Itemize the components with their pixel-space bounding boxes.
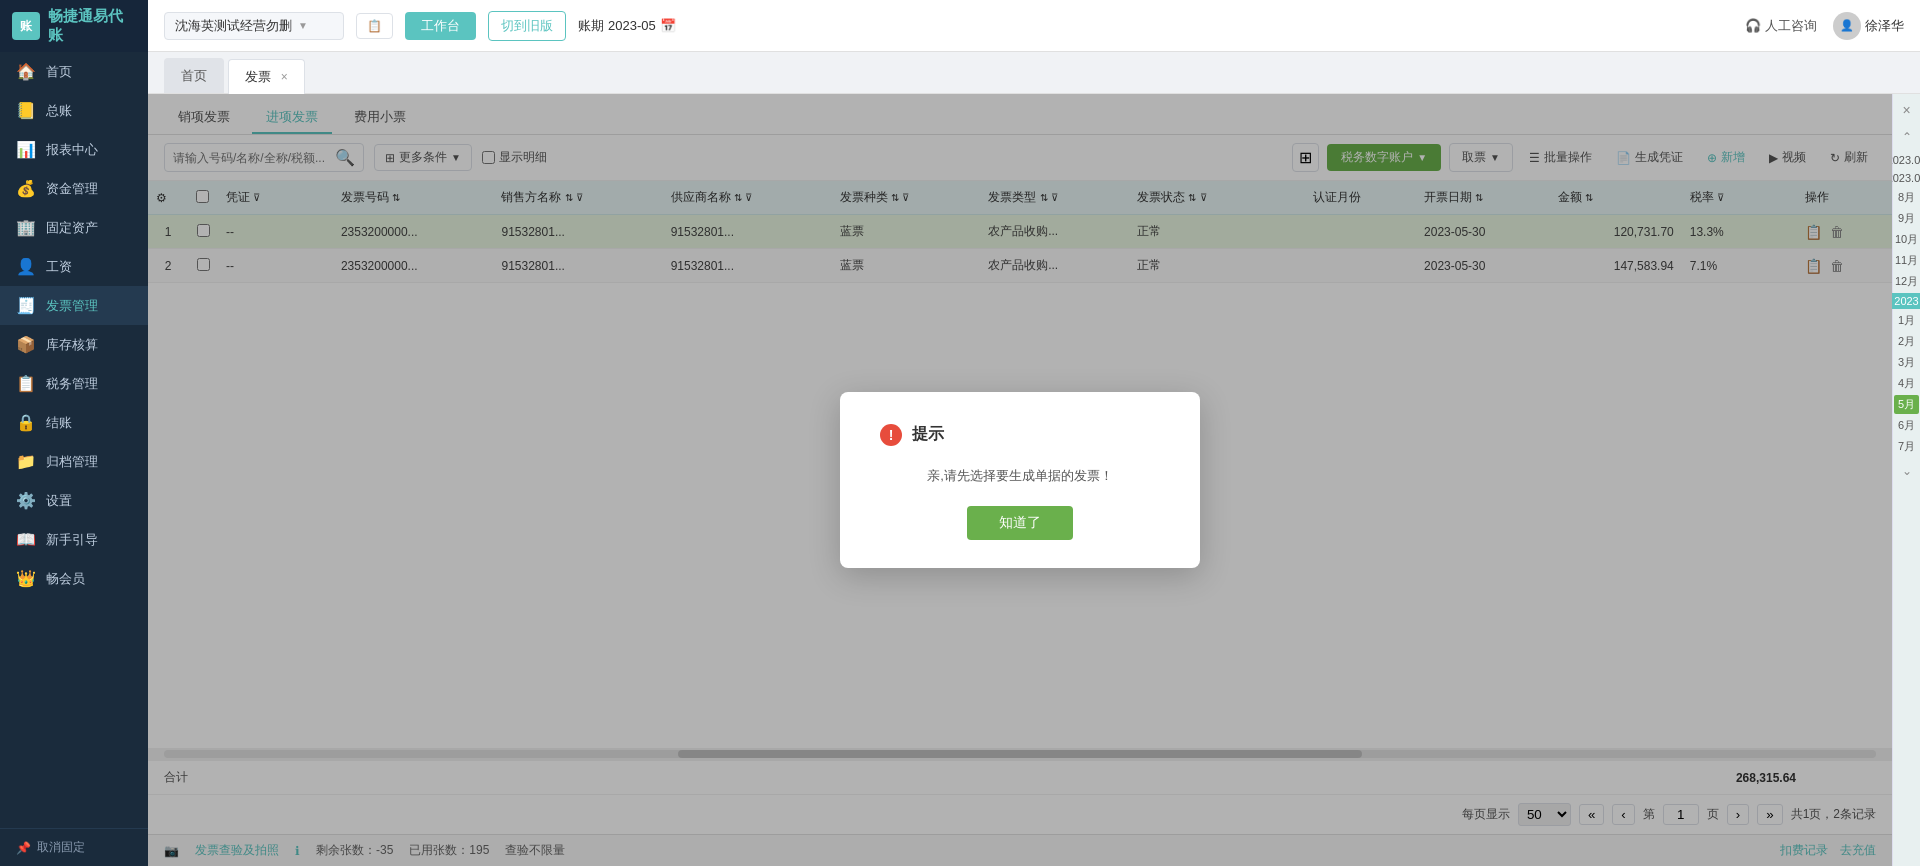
modal-header: ! 提示 bbox=[880, 424, 944, 446]
sidebar-item-funds[interactable]: 💰 资金管理 bbox=[0, 169, 148, 208]
pin-icon: 📌 bbox=[16, 841, 31, 855]
period-item[interactable]: 5月 bbox=[1894, 395, 1919, 414]
sidebar-item-label: 发票管理 bbox=[46, 297, 98, 315]
logo-icon: 账 bbox=[12, 12, 40, 40]
right-period-panel: × ⌃ 2023.052023.058月9月10月11月12月20231月2月3… bbox=[1892, 94, 1920, 866]
tab-home[interactable]: 首页 bbox=[164, 58, 224, 93]
inventory-icon: 📦 bbox=[16, 335, 36, 354]
period-value: 2023-05 bbox=[608, 18, 656, 33]
sidebar-item-label: 设置 bbox=[46, 492, 72, 510]
workbench-btn[interactable]: 工作台 bbox=[405, 12, 476, 40]
invoice-icon: 🧾 bbox=[16, 296, 36, 315]
member-icon: 👑 bbox=[16, 569, 36, 588]
modal-message: 亲,请先选择要生成单据的发票！ bbox=[927, 466, 1113, 487]
period-item[interactable]: 1月 bbox=[1894, 311, 1919, 330]
ledger-icon: 📒 bbox=[16, 101, 36, 120]
period-item[interactable]: 8月 bbox=[1894, 188, 1919, 207]
sidebar-item-member[interactable]: 👑 畅会员 bbox=[0, 559, 148, 598]
period-display: 账期 2023-05 📅 bbox=[578, 17, 676, 35]
guide-icon: 📖 bbox=[16, 530, 36, 549]
modal-title: 提示 bbox=[912, 424, 944, 445]
main-area: 沈海英测试经营勿删 ▼ 📋 工作台 切到旧版 账期 2023-05 📅 🎧 人工… bbox=[148, 0, 1920, 866]
period-item[interactable]: 9月 bbox=[1894, 209, 1919, 228]
funds-icon: 💰 bbox=[16, 179, 36, 198]
tax-icon: 📋 bbox=[16, 374, 36, 393]
tab-invoice[interactable]: 发票 × bbox=[228, 59, 305, 94]
sidebar-item-label: 固定资产 bbox=[46, 219, 98, 237]
sidebar-item-label: 结账 bbox=[46, 414, 72, 432]
archive-icon: 📁 bbox=[16, 452, 36, 471]
user-info: 👤 徐泽华 bbox=[1833, 12, 1904, 40]
sidebar-item-label: 税务管理 bbox=[46, 375, 98, 393]
period-item[interactable]: 7月 bbox=[1894, 437, 1919, 456]
sidebar-item-archive[interactable]: 📁 归档管理 bbox=[0, 442, 148, 481]
period-item[interactable]: 11月 bbox=[1891, 251, 1920, 270]
right-panel-close-btn[interactable]: × bbox=[1902, 94, 1910, 126]
period-item[interactable]: 2月 bbox=[1894, 332, 1919, 351]
cancel-fixed-label: 取消固定 bbox=[37, 839, 85, 856]
sidebar-item-close[interactable]: 🔒 结账 bbox=[0, 403, 148, 442]
topbar-right: 🎧 人工咨询 👤 徐泽华 bbox=[1745, 12, 1904, 40]
settings-icon: ⚙️ bbox=[16, 491, 36, 510]
assets-icon: 🏢 bbox=[16, 218, 36, 237]
period-item[interactable]: 10月 bbox=[1891, 230, 1920, 249]
right-panel-collapse-btn[interactable]: ⌄ bbox=[1902, 460, 1912, 482]
cancel-fixed-btn[interactable]: 📌 取消固定 bbox=[0, 828, 148, 866]
sidebar-item-label: 首页 bbox=[46, 63, 72, 81]
modal-dialog: ! 提示 亲,请先选择要生成单据的发票！ 知道了 bbox=[840, 392, 1200, 569]
company-selector[interactable]: 沈海英测试经营勿删 ▼ bbox=[164, 12, 344, 40]
sidebar-item-label: 归档管理 bbox=[46, 453, 98, 471]
home-icon: 🏠 bbox=[16, 62, 36, 81]
sidebar-item-ledger[interactable]: 📒 总账 bbox=[0, 91, 148, 130]
period-item[interactable]: 4月 bbox=[1894, 374, 1919, 393]
close-icon: 🔒 bbox=[16, 413, 36, 432]
sidebar-item-label: 畅会员 bbox=[46, 570, 85, 588]
period-item[interactable]: 2023 bbox=[1890, 293, 1920, 309]
right-panel-expand-btn[interactable]: ⌃ bbox=[1902, 126, 1912, 148]
sidebar-item-home[interactable]: 🏠 首页 bbox=[0, 52, 148, 91]
chevron-down-icon: ▼ bbox=[298, 20, 308, 31]
sidebar-item-assets[interactable]: 🏢 固定资产 bbox=[0, 208, 148, 247]
calendar-icon[interactable]: 📅 bbox=[660, 18, 676, 33]
sidebar-item-reports[interactable]: 📊 报表中心 bbox=[0, 130, 148, 169]
period-label: 账期 bbox=[578, 17, 604, 35]
app-logo: 账 畅捷通易代账 bbox=[0, 0, 148, 52]
sidebar-item-label: 总账 bbox=[46, 102, 72, 120]
switch-version-btn[interactable]: 切到旧版 bbox=[488, 11, 566, 41]
service-btn[interactable]: 🎧 人工咨询 bbox=[1745, 17, 1817, 35]
sidebar-item-settings[interactable]: ⚙️ 设置 bbox=[0, 481, 148, 520]
modal-overlay: ! 提示 亲,请先选择要生成单据的发票！ 知道了 bbox=[148, 94, 1892, 866]
username: 徐泽华 bbox=[1865, 17, 1904, 35]
sidebar-item-label: 库存核算 bbox=[46, 336, 98, 354]
sidebar: 账 畅捷通易代账 🏠 首页 📒 总账 📊 报表中心 💰 资金管理 🏢 固定资产 👤 工资 🧾 发票管理 📦 库… bbox=[0, 0, 148, 866]
period-item[interactable]: 6月 bbox=[1894, 416, 1919, 435]
topbar-doc-btn[interactable]: 📋 bbox=[356, 13, 393, 39]
period-item[interactable]: 3月 bbox=[1894, 353, 1919, 372]
salary-icon: 👤 bbox=[16, 257, 36, 276]
sidebar-item-salary[interactable]: 👤 工资 bbox=[0, 247, 148, 286]
sidebar-item-tax[interactable]: 📋 税务管理 bbox=[0, 364, 148, 403]
headset-icon: 🎧 bbox=[1745, 18, 1761, 33]
company-name: 沈海英测试经营勿删 bbox=[175, 17, 292, 35]
period-item[interactable]: 12月 bbox=[1891, 272, 1920, 291]
tab-invoice-label: 发票 bbox=[245, 69, 271, 84]
sidebar-item-label: 新手引导 bbox=[46, 531, 98, 549]
service-label: 人工咨询 bbox=[1765, 17, 1817, 35]
content-area: 销项发票 进项发票 费用小票 🔍 ⊞ 更多条件 ▼ 显示明细 bbox=[148, 94, 1892, 866]
sidebar-item-label: 工资 bbox=[46, 258, 72, 276]
sidebar-item-label: 报表中心 bbox=[46, 141, 98, 159]
app-name: 畅捷通易代账 bbox=[48, 7, 136, 45]
tab-close-icon[interactable]: × bbox=[281, 70, 288, 84]
sidebar-item-invoice[interactable]: 🧾 发票管理 bbox=[0, 286, 148, 325]
warning-icon: ! bbox=[880, 424, 902, 446]
modal-confirm-btn[interactable]: 知道了 bbox=[967, 506, 1073, 540]
avatar: 👤 bbox=[1833, 12, 1861, 40]
sidebar-item-guide[interactable]: 📖 新手引导 bbox=[0, 520, 148, 559]
page-tabs: 首页 发票 × bbox=[148, 52, 1920, 94]
topbar: 沈海英测试经营勿删 ▼ 📋 工作台 切到旧版 账期 2023-05 📅 🎧 人工… bbox=[148, 0, 1920, 52]
reports-icon: 📊 bbox=[16, 140, 36, 159]
sidebar-item-label: 资金管理 bbox=[46, 180, 98, 198]
sidebar-item-inventory[interactable]: 📦 库存核算 bbox=[0, 325, 148, 364]
